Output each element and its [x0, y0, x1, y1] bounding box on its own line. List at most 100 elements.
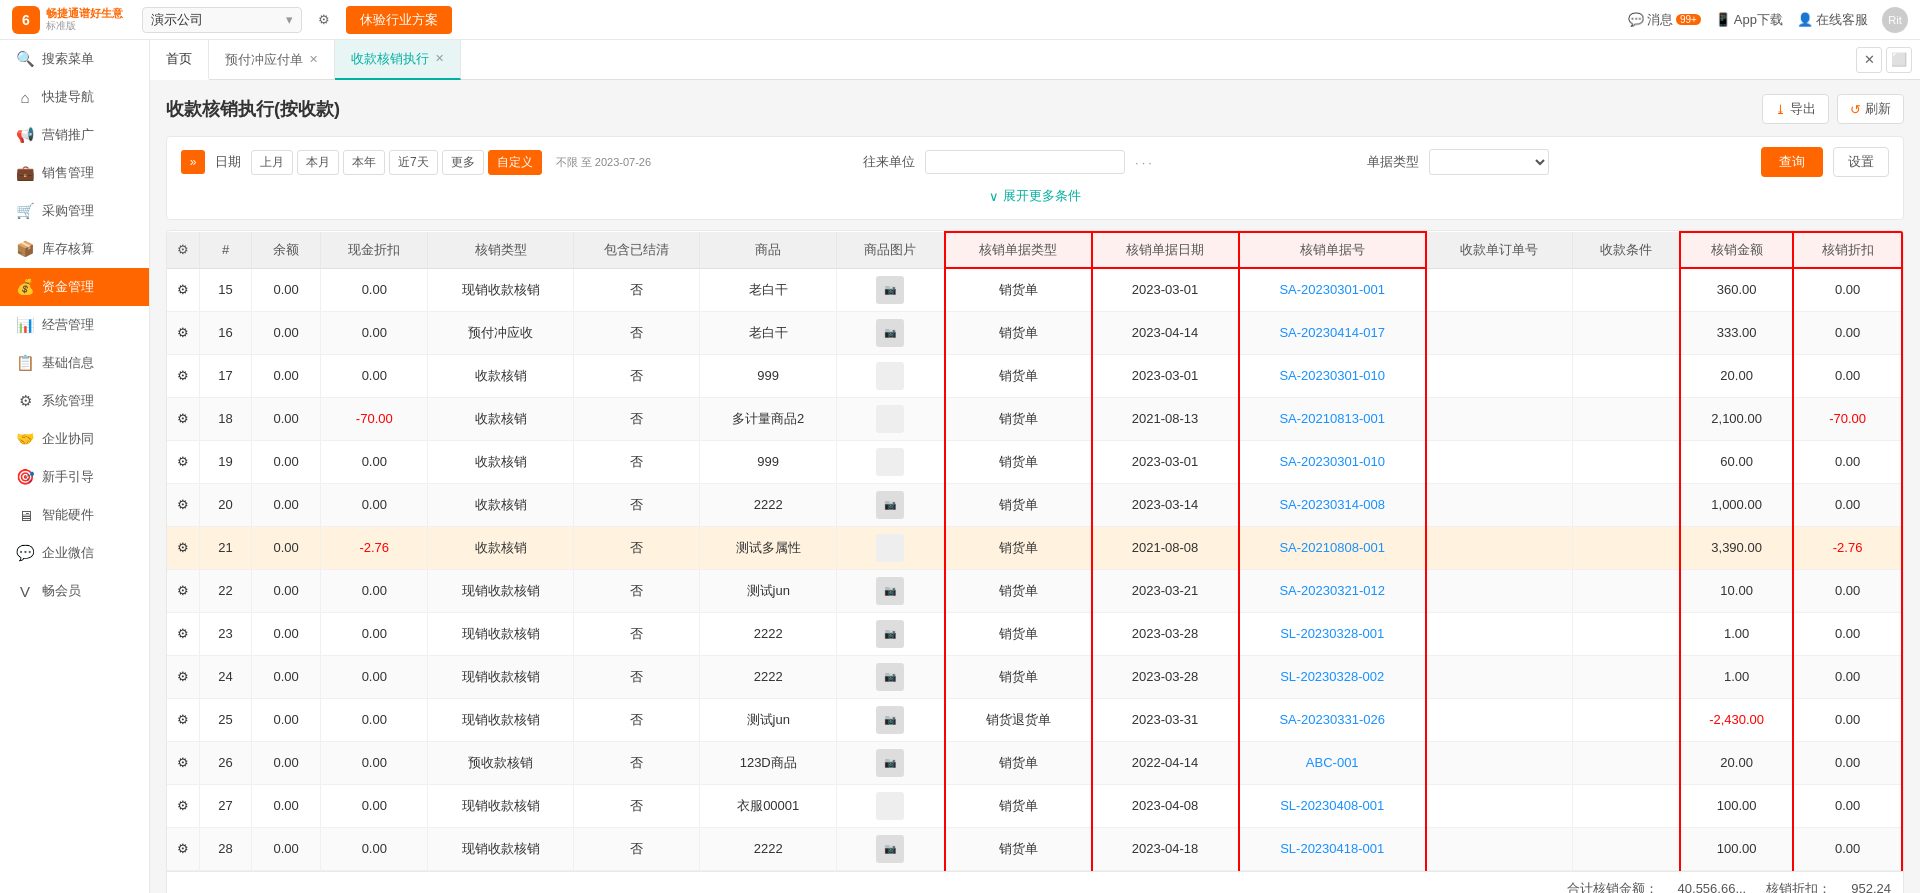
- cell-write-off-bill-no[interactable]: SL-20230328-002: [1239, 655, 1426, 698]
- bill-no-link[interactable]: ABC-001: [1306, 755, 1359, 770]
- cell-settings[interactable]: ⚙: [167, 698, 200, 741]
- sidebar-item-销售管理[interactable]: 💼销售管理: [0, 154, 149, 192]
- more-date-btn[interactable]: 更多: [442, 150, 484, 175]
- tab-收款核销执行[interactable]: 收款核销执行✕: [335, 40, 461, 80]
- col-settings[interactable]: ⚙: [167, 232, 200, 268]
- sidebar-item-label: 系统管理: [42, 392, 94, 410]
- cell-include-settled: 否: [573, 483, 699, 526]
- bill-no-link[interactable]: SA-20230301-010: [1279, 368, 1385, 383]
- cell-settings[interactable]: ⚙: [167, 483, 200, 526]
- sidebar-item-智能硬件[interactable]: 🖥智能硬件: [0, 496, 149, 534]
- cell-goods: 2222: [700, 483, 837, 526]
- tab-close-btn[interactable]: ✕: [1856, 47, 1882, 73]
- cell-include-settled: 否: [573, 827, 699, 870]
- sidebar-item-企业协同[interactable]: 🤝企业协同: [0, 420, 149, 458]
- cell-cash-discount: 0.00: [321, 741, 428, 784]
- cell-settings[interactable]: ⚙: [167, 655, 200, 698]
- last-month-btn[interactable]: 上月: [251, 150, 293, 175]
- from-unit-label: 往来单位: [863, 153, 915, 171]
- cell-settings[interactable]: ⚙: [167, 827, 200, 870]
- cell-settings[interactable]: ⚙: [167, 440, 200, 483]
- industry-button[interactable]: 休验行业方案: [346, 6, 452, 34]
- cell-write-off-bill-no[interactable]: SA-20230321-012: [1239, 569, 1426, 612]
- cell-include-settled: 否: [573, 784, 699, 827]
- sidebar-item-资金管理[interactable]: 💰资金管理: [0, 268, 149, 306]
- query-button[interactable]: 查询: [1761, 147, 1823, 177]
- cell-settings[interactable]: ⚙: [167, 354, 200, 397]
- cell-balance: 0.00: [252, 483, 321, 526]
- cell-write-off-bill-no[interactable]: SA-20230414-017: [1239, 311, 1426, 354]
- bill-no-link[interactable]: SL-20230328-002: [1280, 669, 1384, 684]
- sidebar-item-基础信息[interactable]: 📋基础信息: [0, 344, 149, 382]
- bill-no-link[interactable]: SA-20230301-001: [1279, 282, 1385, 297]
- cell-write-off-bill-no[interactable]: SA-20230301-010: [1239, 354, 1426, 397]
- company-selector[interactable]: 演示公司 ▾: [142, 7, 302, 33]
- filter-dots[interactable]: ···: [1135, 155, 1155, 170]
- bill-no-link[interactable]: SL-20230418-001: [1280, 841, 1384, 856]
- settings-icon[interactable]: ⚙: [310, 6, 338, 34]
- custom-date-btn[interactable]: 自定义: [488, 150, 542, 175]
- app-download-btn[interactable]: 📱 App下载: [1715, 11, 1783, 29]
- cell-settings[interactable]: ⚙: [167, 268, 200, 311]
- cell-write-off-bill-no[interactable]: SA-20230314-008: [1239, 483, 1426, 526]
- cell-write-off-bill-no[interactable]: SA-20210813-001: [1239, 397, 1426, 440]
- cell-write-off-bill-no[interactable]: SL-20230418-001: [1239, 827, 1426, 870]
- tabs-bar: 首页预付冲应付单✕收款核销执行✕ ✕ ⬜: [150, 40, 1920, 80]
- setting-button[interactable]: 设置: [1833, 147, 1889, 177]
- expand-more-btn[interactable]: ∨ 展开更多条件: [981, 183, 1089, 209]
- sidebar-item-企业微信[interactable]: 💬企业微信: [0, 534, 149, 572]
- bill-no-link[interactable]: SA-20230301-010: [1279, 454, 1385, 469]
- cell-write-off-bill-no[interactable]: SA-20210808-001: [1239, 526, 1426, 569]
- this-month-btn[interactable]: 本月: [297, 150, 339, 175]
- bill-no-link[interactable]: SA-20210808-001: [1279, 540, 1385, 555]
- filter-expand-icon[interactable]: »: [181, 150, 205, 174]
- cell-settings[interactable]: ⚙: [167, 311, 200, 354]
- sidebar-item-经营管理[interactable]: 📊经营管理: [0, 306, 149, 344]
- cell-settings[interactable]: ⚙: [167, 741, 200, 784]
- last-7days-btn[interactable]: 近7天: [389, 150, 438, 175]
- online-service-btn[interactable]: 👤 在线客服: [1797, 11, 1868, 29]
- cell-write-off-bill-no[interactable]: SA-20230301-010: [1239, 440, 1426, 483]
- sidebar-item-采购管理[interactable]: 🛒采购管理: [0, 192, 149, 230]
- cell-settings[interactable]: ⚙: [167, 612, 200, 655]
- bill-no-link[interactable]: SA-20230321-012: [1279, 583, 1385, 598]
- bill-no-link[interactable]: SA-20230331-026: [1279, 712, 1385, 727]
- cell-settings[interactable]: ⚙: [167, 569, 200, 612]
- refresh-button[interactable]: ↺ 刷新: [1837, 94, 1904, 124]
- sidebar-item-新手引导[interactable]: 🎯新手引导: [0, 458, 149, 496]
- sidebar-item-系统管理[interactable]: ⚙系统管理: [0, 382, 149, 420]
- cell-write-off-amount: 20.00: [1680, 354, 1793, 397]
- sidebar-item-库存核算[interactable]: 📦库存核算: [0, 230, 149, 268]
- sidebar-item-营销推广[interactable]: 📢营销推广: [0, 116, 149, 154]
- sidebar-item-搜索菜单[interactable]: 🔍搜索菜单: [0, 40, 149, 78]
- tab-首页[interactable]: 首页: [150, 40, 209, 80]
- bill-no-link[interactable]: SA-20210813-001: [1279, 411, 1385, 426]
- sidebar-item-畅会员[interactable]: V畅会员: [0, 572, 149, 610]
- from-unit-input[interactable]: [925, 150, 1125, 174]
- cell-settings[interactable]: ⚙: [167, 397, 200, 440]
- bill-no-link[interactable]: SL-20230408-001: [1280, 798, 1384, 813]
- cell-write-off-discount: 0.00: [1793, 440, 1902, 483]
- cell-write-off-bill-no[interactable]: SL-20230328-001: [1239, 612, 1426, 655]
- sidebar-item-快捷导航[interactable]: ⌂快捷导航: [0, 78, 149, 116]
- table-row: ⚙ 24 0.00 0.00 现销收款核销 否 2222 📷 销货单 2023-…: [167, 655, 1902, 698]
- sidebar-icon: 🎯: [16, 468, 34, 486]
- export-button[interactable]: ⤓ 导出: [1762, 94, 1829, 124]
- bill-no-link[interactable]: SA-20230314-008: [1279, 497, 1385, 512]
- cell-settings[interactable]: ⚙: [167, 784, 200, 827]
- tab-maximize-btn[interactable]: ⬜: [1886, 47, 1912, 73]
- tab-预付冲应付单[interactable]: 预付冲应付单✕: [209, 40, 335, 80]
- single-type-select[interactable]: [1429, 149, 1549, 175]
- tab-close-icon[interactable]: ✕: [309, 53, 318, 66]
- bill-no-link[interactable]: SA-20230414-017: [1279, 325, 1385, 340]
- cell-write-off-bill-no[interactable]: SA-20230301-001: [1239, 268, 1426, 311]
- this-year-btn[interactable]: 本年: [343, 150, 385, 175]
- tab-close-icon[interactable]: ✕: [435, 52, 444, 65]
- cell-write-off-bill-no[interactable]: SL-20230408-001: [1239, 784, 1426, 827]
- bill-no-link[interactable]: SL-20230328-001: [1280, 626, 1384, 641]
- cell-write-off-bill-no[interactable]: SA-20230331-026: [1239, 698, 1426, 741]
- message-btn[interactable]: 💬 消息 99+: [1628, 11, 1701, 29]
- cell-settings[interactable]: ⚙: [167, 526, 200, 569]
- user-avatar[interactable]: Rit: [1882, 7, 1908, 33]
- cell-write-off-bill-no[interactable]: ABC-001: [1239, 741, 1426, 784]
